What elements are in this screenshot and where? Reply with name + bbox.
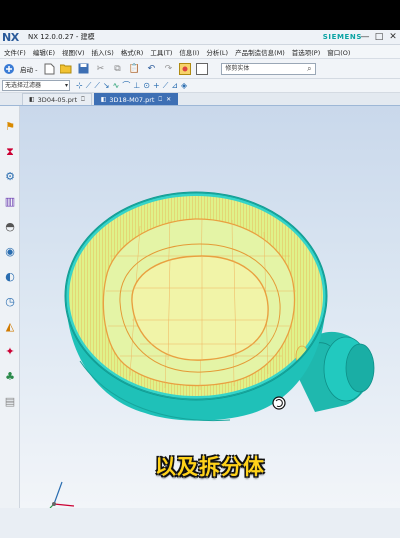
assembly-navigator-icon[interactable]: ⧗ [3, 145, 17, 159]
start-icon[interactable] [3, 63, 15, 75]
hd3d-tools-icon[interactable]: ◓ [3, 220, 17, 234]
menu-file[interactable]: 文件(F) [4, 47, 26, 57]
menu-edit[interactable]: 编辑(E) [33, 47, 55, 57]
standard-toolbar: 启动 - ✂ ⧉ 📋 ↶ ↷ 修剪实体 ⌕ [0, 59, 400, 79]
paste-icon[interactable]: 📋 [128, 63, 140, 75]
existing-point-icon[interactable]: + [153, 81, 160, 90]
coordinate-triad-icon [49, 481, 75, 508]
start-menu[interactable]: 启动 - [20, 64, 37, 74]
intersection-icon[interactable]: ⟋ [163, 81, 169, 91]
part-file-icon: ◧ [29, 95, 35, 103]
save-icon[interactable] [77, 63, 89, 75]
menu-info[interactable]: 信息(I) [179, 47, 199, 57]
quadrant-icon[interactable]: ⊥ [133, 81, 140, 90]
arc-center-icon[interactable]: ⌒ [122, 80, 130, 91]
center-icon[interactable]: ⊙ [143, 81, 150, 90]
redo-icon[interactable]: ↷ [162, 63, 174, 75]
search-icon[interactable]: ⌕ [304, 64, 314, 74]
snap-point-icon[interactable]: ⊹ [76, 81, 83, 90]
menu-bar: 文件(F) 编辑(E) 视图(V) 插入(S) 格式(R) 工具(T) 信息(I… [0, 45, 400, 59]
type-filter-dropdown[interactable]: 无选择过滤器 ▾ [2, 80, 70, 91]
tab-3d04-05[interactable]: ◧ 3D04-05.prt ⎕ [22, 93, 92, 105]
palette-icon[interactable]: ▤ [3, 395, 17, 409]
close-icon[interactable]: ✕ [166, 95, 171, 105]
part-navigator-icon[interactable]: ⚑ [3, 120, 17, 134]
tab-label: 3D18-M07.prt [109, 95, 155, 104]
siemens-brand: SIEMENS [322, 33, 362, 41]
tab-label: 3D04-05.prt [37, 95, 78, 104]
menu-window[interactable]: 窗口(O) [327, 47, 350, 57]
top-black-bar [0, 0, 400, 30]
process-studio-icon[interactable]: ◷ [3, 295, 17, 309]
window-icon[interactable] [196, 62, 209, 75]
type-filter-value: 无选择过滤器 [5, 82, 42, 89]
graphics-window[interactable]: 以及拆分体 [20, 106, 400, 508]
nx-logo: NX [2, 30, 19, 44]
resource-bar: ⚑ ⧗ ⚙ ▥ ◓ ◉ ◐ ◷ ◭ ✦ ♣ ▤ [0, 106, 20, 508]
web-browser-icon[interactable]: ◉ [3, 245, 17, 259]
control-point-icon[interactable]: ↘ [103, 81, 110, 90]
tab-status-icon: ⎕ [81, 95, 85, 103]
part-file-icon: ◧ [100, 95, 107, 103]
maximize-button[interactable]: □ [372, 32, 386, 42]
cut-icon[interactable]: ✂ [94, 63, 106, 75]
command-finder-icon[interactable] [179, 62, 192, 75]
bowl-model[interactable] [20, 106, 400, 508]
command-search-input[interactable]: 修剪实体 ⌕ [221, 62, 317, 75]
document-tabs: ◧ 3D04-05.prt ⎕ ◧ 3D18-M07.prt ⎕ ✕ [0, 93, 400, 106]
end-point-icon[interactable]: ⟋ [86, 81, 92, 91]
reuse-library-icon[interactable]: ▥ [3, 195, 17, 209]
rotate-cursor-icon [272, 396, 286, 410]
curve-snap-icon[interactable]: ∿ [113, 81, 120, 90]
undo-icon[interactable]: ↶ [145, 63, 157, 75]
constraint-navigator-icon[interactable]: ⚙ [3, 170, 17, 184]
mid-point-icon[interactable]: ⟋ [94, 81, 100, 91]
point-on-surface-icon[interactable]: ◈ [181, 81, 187, 90]
menu-view[interactable]: 视图(V) [62, 47, 85, 57]
tab-3d18-m07[interactable]: ◧ 3D18-M07.prt ⎕ ✕ [93, 93, 179, 105]
close-button[interactable]: ✕ [386, 32, 400, 42]
new-file-icon[interactable] [43, 63, 55, 75]
menu-insert[interactable]: 插入(S) [92, 47, 114, 57]
menu-analysis[interactable]: 分析(L) [206, 47, 228, 57]
face-point-icon[interactable]: ⊿ [171, 81, 178, 90]
history-icon[interactable]: ◐ [3, 270, 17, 284]
selection-bar: 无选择过滤器 ▾ ⊹ ⟋ ⟋ ↘ ∿ ⌒ ⊥ ⊙ + ⟋ ⊿ ◈ [0, 79, 400, 93]
menu-format[interactable]: 格式(R) [121, 47, 144, 57]
copy-icon[interactable]: ⧉ [111, 63, 123, 75]
manufacturing-wizard-icon[interactable]: ◭ [3, 320, 17, 334]
system-scene-icon[interactable]: ♣ [3, 370, 17, 384]
menu-tools[interactable]: 工具(T) [150, 47, 172, 57]
menu-preferences[interactable]: 首选项(P) [292, 47, 321, 57]
menu-pmi[interactable]: 产品制造信息(M) [235, 47, 285, 57]
role-icon[interactable]: ✦ [3, 345, 17, 359]
tab-status-icon: ⎕ [158, 95, 163, 103]
video-caption: 以及拆分体 [155, 455, 265, 479]
chevron-down-icon: ▾ [64, 82, 68, 89]
open-folder-icon[interactable] [60, 63, 72, 75]
window-title: NX 12.0.0.27 - 建模 [28, 33, 95, 41]
command-search-value: 修剪实体 [225, 64, 250, 72]
